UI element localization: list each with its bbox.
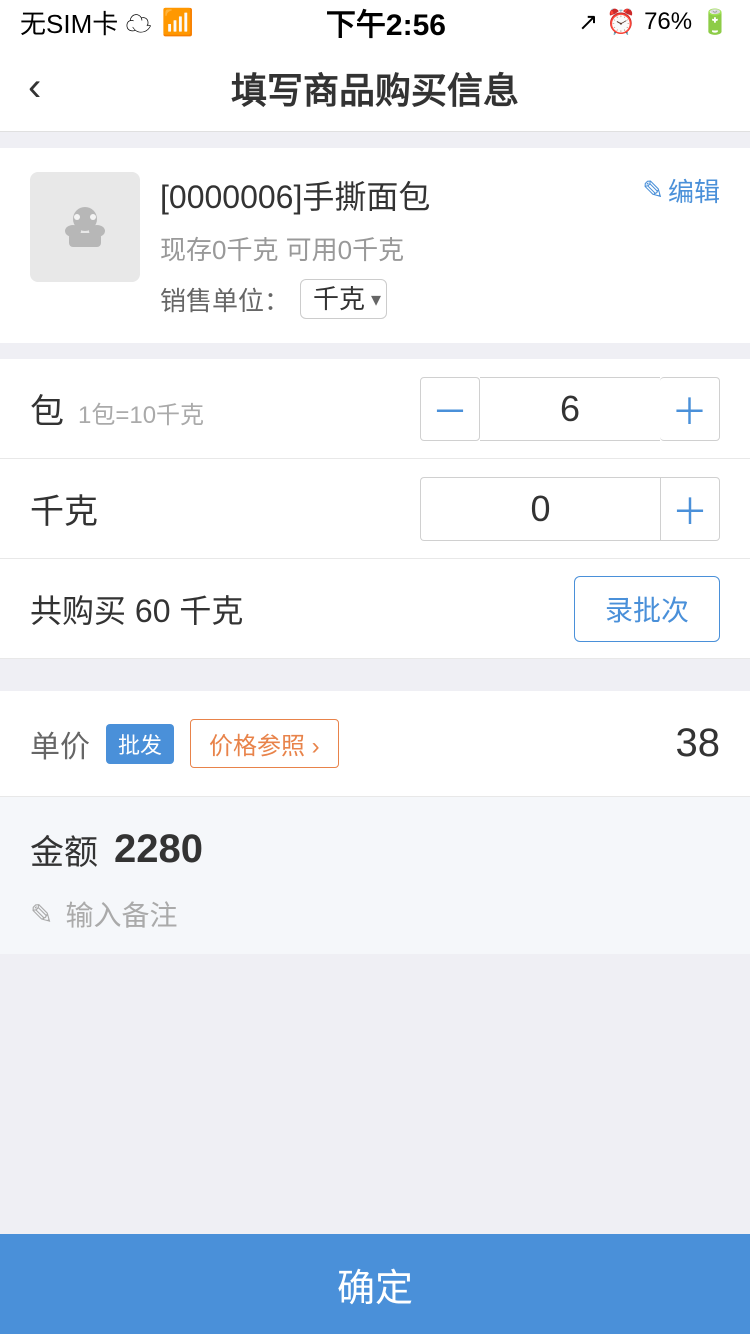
product-logo-icon — [55, 197, 115, 257]
kg-label: 千克 — [30, 484, 420, 533]
unit-select-wrap[interactable]: 千克 — [300, 279, 387, 319]
wifi-icon: 📶 — [161, 7, 193, 38]
nav-bar: ‹ 填写商品购买信息 — [0, 44, 750, 132]
input-section: 包 1包=10千克 － ＋ 千克 ＋ 共购买 60 千克 录批次 — [0, 359, 750, 659]
package-label-sub: 1包=10千克 — [78, 395, 204, 430]
package-input-row: 包 1包=10千克 － ＋ — [0, 359, 750, 459]
status-bar: 无SIM卡 ☁ 📶 下午2:56 ↗ ⏰ 76% 🔋 — [0, 0, 750, 44]
price-label: 单价 — [30, 722, 90, 766]
edit-label: 编辑 — [668, 172, 720, 209]
status-left: 无SIM卡 ☁ 📶 — [20, 4, 194, 41]
unit-label: 销售单位： — [160, 281, 290, 318]
edit-icon: ✎ — [642, 175, 664, 206]
status-right: ↗ ⏰ 76% 🔋 — [578, 8, 730, 37]
price-section: 单价 批发 价格参照 › 38 — [0, 691, 750, 797]
amount-value: 2280 — [114, 827, 203, 872]
product-unit-row: 销售单位： 千克 — [160, 279, 720, 319]
confirm-label: 确定 — [337, 1257, 413, 1312]
amount-section: 金额 2280 ✎ 输入备注 — [0, 797, 750, 954]
unit-select[interactable]: 千克 — [300, 279, 387, 319]
divider-1 — [0, 343, 750, 359]
price-value: 38 — [676, 721, 721, 766]
edit-button[interactable]: ✎ 编辑 — [642, 172, 720, 209]
price-tag: 批发 — [106, 724, 174, 764]
divider-2 — [0, 659, 750, 675]
product-name-row: [0000006]手撕面包 ✎ 编辑 — [160, 172, 720, 218]
summary-row: 共购买 60 千克 录批次 — [0, 559, 750, 659]
package-label: 包 1包=10千克 — [30, 384, 420, 433]
price-row: 单价 批发 价格参照 › 38 — [0, 691, 750, 797]
amount-row: 金额 2280 — [30, 825, 720, 874]
alarm-icon: ⏰ — [606, 8, 636, 37]
kg-increment-button[interactable]: ＋ — [660, 477, 720, 541]
back-button[interactable]: ‹ — [28, 65, 41, 110]
product-section: [0000006]手撕面包 ✎ 编辑 现存0千克 可用0千克 销售单位： 千克 — [0, 148, 750, 343]
product-name: [0000006]手撕面包 — [160, 172, 430, 218]
spacer — [0, 954, 750, 1234]
package-input[interactable] — [480, 377, 660, 441]
page-title: 填写商品购买信息 — [231, 62, 519, 114]
package-label-main: 包 — [30, 384, 64, 433]
note-row[interactable]: ✎ 输入备注 — [30, 894, 720, 934]
kg-label-main: 千克 — [30, 484, 98, 533]
battery-icon: 🔋 — [700, 8, 730, 37]
product-thumbnail — [30, 172, 140, 282]
batch-button[interactable]: 录批次 — [574, 576, 720, 642]
product-stock: 现存0千克 可用0千克 — [160, 230, 720, 267]
note-icon: ✎ — [30, 898, 53, 931]
amount-label: 金额 — [30, 825, 98, 874]
kg-controls: ＋ — [420, 477, 720, 541]
kg-input-row: 千克 ＋ — [0, 459, 750, 559]
battery-percent: 76% — [644, 8, 692, 36]
price-ref-button[interactable]: 价格参照 › — [190, 719, 339, 768]
note-placeholder: 输入备注 — [65, 894, 177, 934]
sim-status: 无SIM卡 ☁ — [20, 4, 151, 41]
summary-text: 共购买 60 千克 — [30, 586, 243, 632]
kg-input[interactable] — [420, 477, 660, 541]
status-time: 下午2:56 — [326, 0, 446, 44]
package-increment-button[interactable]: ＋ — [660, 377, 720, 441]
package-controls: － ＋ — [420, 377, 720, 441]
confirm-button[interactable]: 确定 — [0, 1234, 750, 1334]
product-info: [0000006]手撕面包 ✎ 编辑 现存0千克 可用0千克 销售单位： 千克 — [160, 172, 720, 319]
package-decrement-button[interactable]: － — [420, 377, 480, 441]
location-icon: ↗ — [578, 8, 598, 37]
